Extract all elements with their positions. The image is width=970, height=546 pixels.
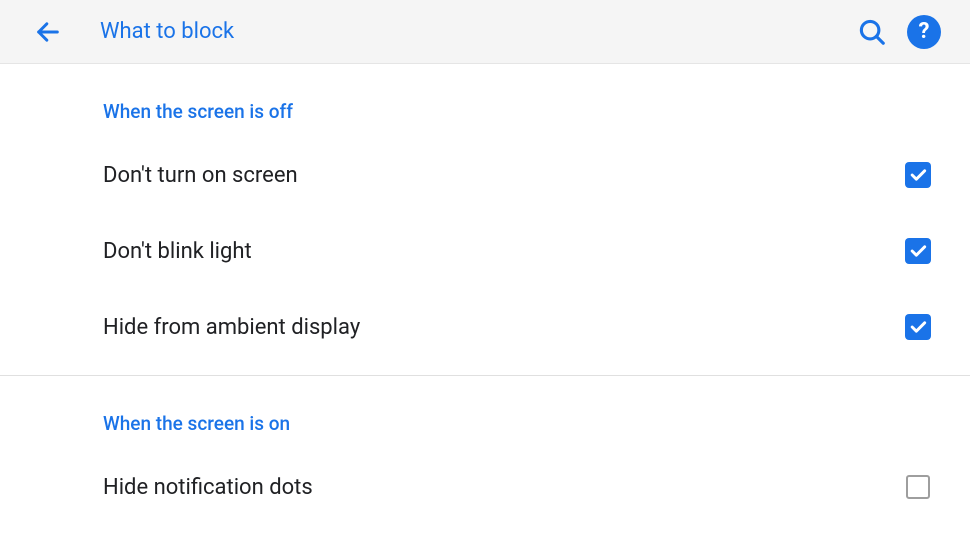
checkbox-hide-notification-dots[interactable]	[904, 473, 932, 501]
section-header-screen-on: When the screen is on	[0, 376, 970, 449]
setting-label: Hide notification dots	[103, 475, 904, 500]
setting-label: Don't turn on screen	[103, 163, 904, 188]
checkbox-checked-icon	[905, 314, 931, 340]
setting-dont-turn-on-screen[interactable]: Don't turn on screen	[0, 137, 970, 213]
checkbox-checked-icon	[905, 238, 931, 264]
checkbox-checked-icon	[905, 162, 931, 188]
setting-label: Don't blink light	[103, 239, 904, 264]
setting-hide-notification-dots[interactable]: Hide notification dots	[0, 449, 970, 525]
checkbox-unchecked-icon	[906, 475, 930, 499]
checkbox-dont-blink-light[interactable]	[904, 237, 932, 265]
content-area: When the screen is off Don't turn on scr…	[0, 64, 970, 525]
help-button[interactable]: ?	[902, 10, 946, 54]
page-title: What to block	[100, 19, 842, 44]
search-button[interactable]	[850, 10, 894, 54]
section-header-screen-off: When the screen is off	[0, 64, 970, 137]
checkbox-dont-turn-on-screen[interactable]	[904, 161, 932, 189]
help-icon: ?	[907, 15, 941, 49]
checkbox-hide-ambient-display[interactable]	[904, 313, 932, 341]
app-bar: What to block ?	[0, 0, 970, 64]
setting-dont-blink-light[interactable]: Don't blink light	[0, 213, 970, 289]
search-icon	[857, 17, 887, 47]
setting-label: Hide from ambient display	[103, 315, 904, 340]
setting-hide-ambient-display[interactable]: Hide from ambient display	[0, 289, 970, 365]
arrow-back-icon	[34, 18, 62, 46]
back-button[interactable]	[28, 12, 68, 52]
